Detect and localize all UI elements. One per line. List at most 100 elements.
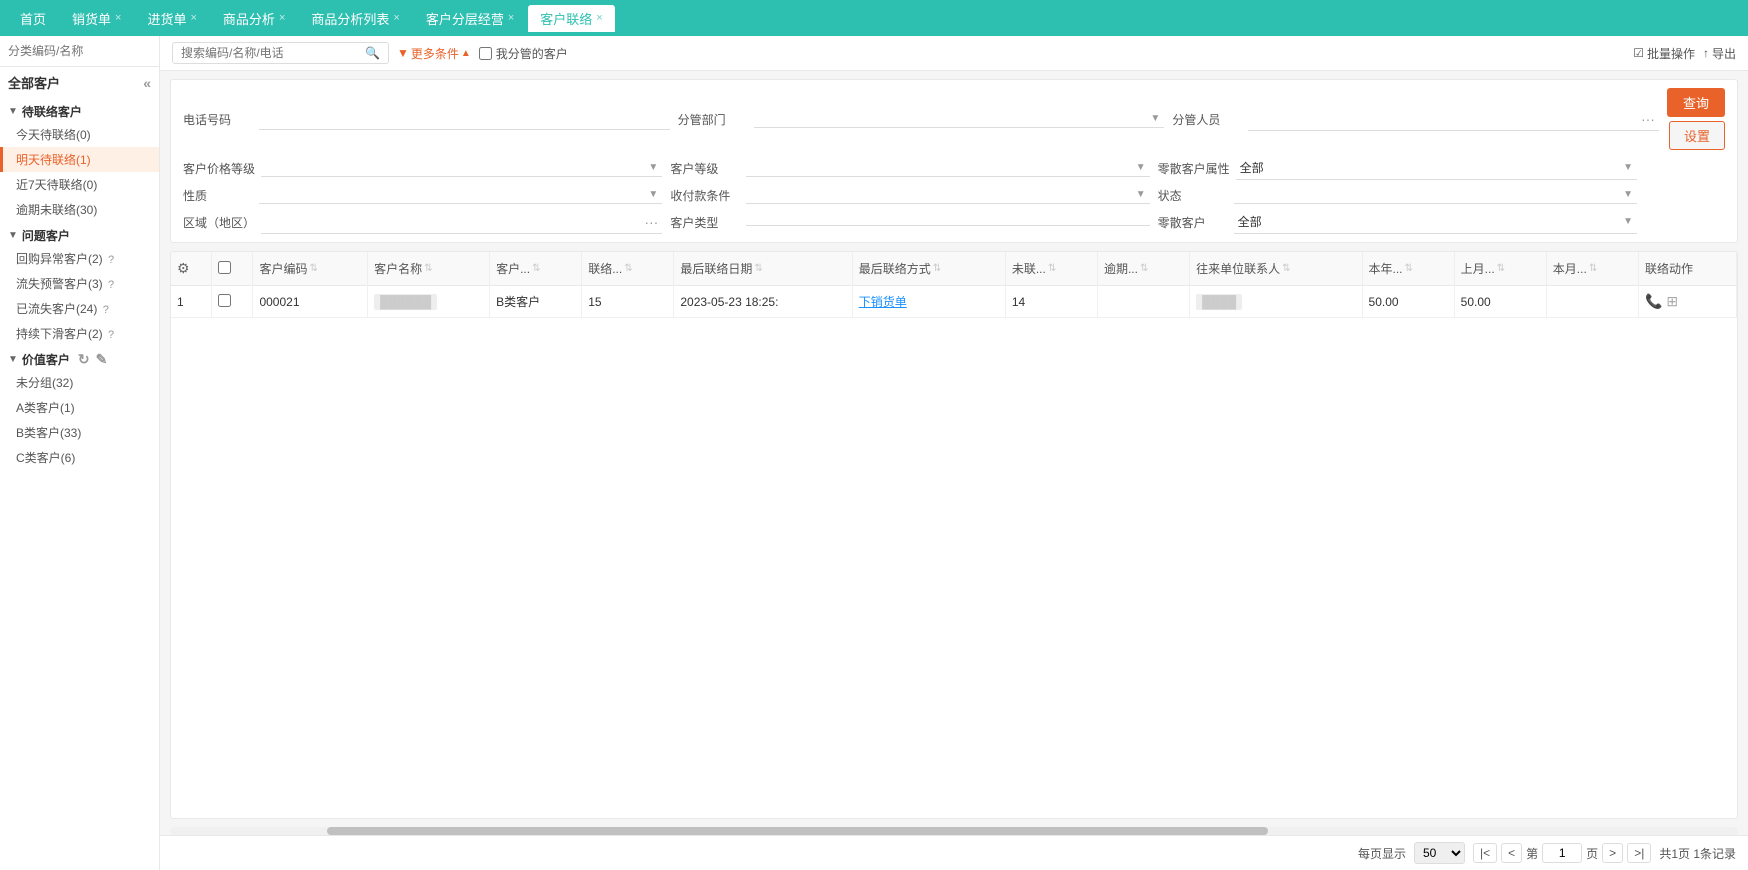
- sort-icon-11: ⇅: [1497, 263, 1505, 274]
- top-navigation: 首页 销货单 × 进货单 × 商品分析 × 商品分析列表 × 客户分层经营 × …: [0, 0, 1748, 36]
- customer-type-select[interactable]: [746, 219, 1149, 226]
- col-contact-person: 往来单位联系人 ⇅: [1190, 252, 1362, 286]
- cell-checkbox: [211, 286, 253, 318]
- dept-label: 分管部门: [678, 111, 748, 128]
- sidebar-item-tomorrow-pending[interactable]: 明天待联络(1): [0, 147, 159, 172]
- cell-last-contact-date: 2023-05-23 18:25:: [674, 286, 852, 318]
- triangle-icon-2: ▼: [8, 230, 18, 241]
- last-page-btn[interactable]: >|: [1627, 843, 1651, 863]
- export-btn[interactable]: ↑ 导出: [1703, 45, 1736, 62]
- payment-select[interactable]: ▼: [746, 186, 1149, 204]
- sidebar-item-declining[interactable]: 持续下滑客户(2) ?: [0, 321, 159, 346]
- customer-table: ⚙ 客户编码 ⇅ 客户名称: [171, 252, 1737, 318]
- search-input[interactable]: [181, 46, 361, 60]
- status-select[interactable]: ▼: [1234, 186, 1637, 204]
- nav-purchase-order[interactable]: 进货单 ×: [135, 5, 208, 32]
- nav-customer-tiering[interactable]: 客户分层经营 ×: [414, 5, 526, 32]
- all-customers-header[interactable]: 全部客户 «: [0, 67, 159, 98]
- table-row: 1 000021 ██████ B类客户 15 2023-05-23 18:25…: [171, 286, 1737, 318]
- filter-customer-level: 客户等级 ▼: [670, 159, 1149, 177]
- retail-customer-label: 零散客户: [1158, 214, 1228, 231]
- nature-select[interactable]: ▼: [259, 186, 662, 204]
- nav-customer-contact[interactable]: 客户联络 ×: [528, 5, 614, 32]
- first-page-btn[interactable]: |<: [1473, 843, 1497, 863]
- dept-select[interactable]: ▼: [754, 110, 1165, 128]
- close-customer-contact-icon[interactable]: ×: [596, 12, 602, 24]
- phone-action-icon[interactable]: 📞: [1645, 293, 1662, 310]
- col-this-month: 本月... ⇅: [1546, 252, 1638, 286]
- sidebar-item-class-b[interactable]: B类客户(33): [0, 420, 159, 445]
- scrollbar-thumb[interactable]: [327, 827, 1268, 835]
- phone-input[interactable]: [259, 109, 670, 130]
- per-page-label: 每页显示: [1358, 845, 1406, 862]
- collapse-sidebar-icon[interactable]: «: [143, 75, 151, 91]
- cell-last-month: 50.00: [1454, 286, 1546, 318]
- col-customer-name: 客户名称 ⇅: [368, 252, 490, 286]
- chevron-down-icon-6: ▼: [1136, 189, 1146, 200]
- horizontal-scrollbar[interactable]: [170, 827, 1738, 835]
- query-button[interactable]: 查询: [1667, 88, 1725, 117]
- sidebar-item-overdue-pending[interactable]: 逾期未联络(30): [0, 197, 159, 222]
- retail-attr-select[interactable]: 全部 ▼: [1236, 156, 1637, 180]
- nav-product-analysis-list[interactable]: 商品分析列表 ×: [299, 5, 411, 32]
- refresh-icon[interactable]: ↻: [78, 351, 90, 368]
- sidebar-item-7days-pending[interactable]: 近7天待联络(0): [0, 172, 159, 197]
- sidebar-item-class-c[interactable]: C类客户(6): [0, 445, 159, 470]
- close-product-analysis-icon[interactable]: ×: [279, 12, 285, 24]
- grid-action-icon[interactable]: ⊞: [1666, 293, 1678, 310]
- edit-icon[interactable]: ✎: [96, 351, 108, 368]
- help-icon-4: ?: [108, 329, 114, 341]
- per-page-select[interactable]: 50 100 200: [1414, 842, 1465, 864]
- sidebar-item-repurchase-abnormal[interactable]: 回购异常客户(2) ?: [0, 246, 159, 271]
- batch-op-btn[interactable]: ☑ 批量操作: [1633, 45, 1695, 62]
- more-conditions-btn[interactable]: ▼ 更多条件 ▲: [397, 45, 471, 62]
- region-select[interactable]: ···: [261, 211, 662, 234]
- next-page-btn[interactable]: >: [1602, 843, 1623, 863]
- export-icon: ↑: [1703, 46, 1709, 60]
- nav-sales-order[interactable]: 销货单 ×: [60, 5, 133, 32]
- col-uncontact: 未联... ⇅: [1005, 252, 1097, 286]
- customer-level-select[interactable]: ▼: [746, 159, 1149, 177]
- cell-customer-type: B类客户: [490, 286, 582, 318]
- manager-select[interactable]: ···: [1248, 108, 1659, 131]
- nav-product-analysis[interactable]: 商品分析 ×: [211, 5, 297, 32]
- page-input[interactable]: [1542, 843, 1582, 863]
- region-label: 区域（地区）: [183, 214, 255, 231]
- sidebar-item-ungrouped[interactable]: 未分组(32): [0, 370, 159, 395]
- sidebar-item-churn-warning[interactable]: 流失预警客户(3) ?: [0, 271, 159, 296]
- sidebar-item-churned[interactable]: 已流失客户(24) ?: [0, 296, 159, 321]
- prev-page-btn[interactable]: <: [1501, 843, 1522, 863]
- retail-attr-label: 零散客户属性: [1158, 160, 1230, 177]
- select-all-checkbox[interactable]: [218, 261, 231, 274]
- filter-customer-price: 客户价格等级 ▼: [183, 159, 662, 177]
- row-checkbox[interactable]: [218, 294, 231, 307]
- sidebar-search-area: 🔍: [0, 36, 159, 67]
- filter-actions: 查询 设置: [1667, 88, 1725, 150]
- manager-ellipsis-icon[interactable]: ···: [1641, 111, 1655, 127]
- search-icon[interactable]: 🔍: [365, 46, 380, 60]
- gear-icon[interactable]: ⚙: [177, 260, 190, 276]
- my-customers-checkbox-wrap[interactable]: 我分管的客户: [479, 45, 568, 62]
- sidebar-item-class-a[interactable]: A类客户(1): [0, 395, 159, 420]
- nav-home[interactable]: 首页: [8, 5, 58, 32]
- filter-payment: 收付款条件 ▼: [670, 186, 1149, 204]
- close-purchase-order-icon[interactable]: ×: [190, 12, 196, 24]
- chevron-down-icon-8: ▼: [1623, 216, 1633, 227]
- customer-price-select[interactable]: ▼: [261, 159, 662, 177]
- sidebar-item-today-pending[interactable]: 今天待联络(0): [0, 122, 159, 147]
- my-customers-checkbox[interactable]: [479, 47, 492, 60]
- region-ellipsis-icon[interactable]: ···: [644, 214, 658, 230]
- col-contact-count: 联络... ⇅: [582, 252, 674, 286]
- filter-region: 区域（地区） ···: [183, 211, 662, 234]
- close-sales-order-icon[interactable]: ×: [115, 12, 121, 24]
- cell-code: 000021: [253, 286, 368, 318]
- retail-customer-select[interactable]: 全部 ▼: [1234, 210, 1637, 234]
- settings-button[interactable]: 设置: [1669, 121, 1725, 150]
- last-contact-method-link[interactable]: 下销货单: [859, 295, 907, 309]
- filter-row-1: 电话号码 分管部门 ▼ 分管人员 ···: [183, 88, 1725, 150]
- close-product-analysis-list-icon[interactable]: ×: [393, 12, 399, 24]
- customer-level-label: 客户等级: [670, 160, 740, 177]
- filter-retail-attr: 零散客户属性 全部 ▼: [1158, 156, 1637, 180]
- sidebar-search-input[interactable]: [8, 44, 160, 58]
- close-customer-tiering-icon[interactable]: ×: [508, 12, 514, 24]
